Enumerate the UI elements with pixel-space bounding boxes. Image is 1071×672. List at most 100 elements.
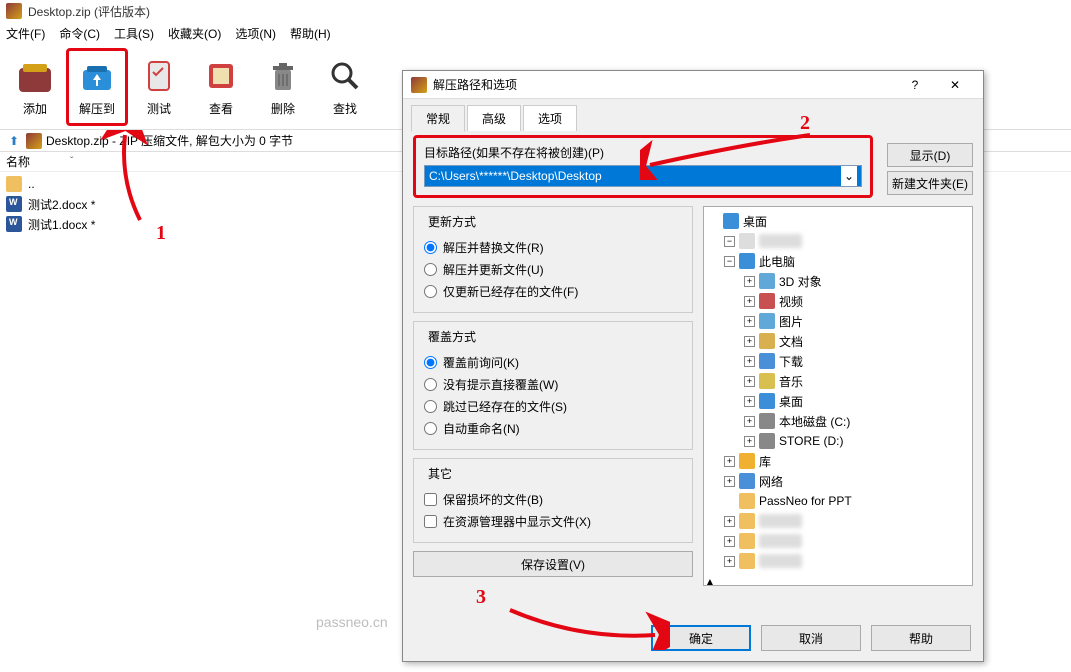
radio-overwrite-noprompt[interactable]: 没有提示直接覆盖(W): [424, 373, 682, 395]
radio-extract-update[interactable]: 解压并更新文件(U): [424, 258, 682, 280]
radio-update-existing[interactable]: 仅更新已经存在的文件(F): [424, 280, 682, 302]
expander-icon[interactable]: +: [744, 296, 755, 307]
tree-node[interactable]: +下载: [708, 351, 968, 371]
radio-skip-existing[interactable]: 跳过已经存在的文件(S): [424, 395, 682, 417]
expander-icon[interactable]: +: [724, 476, 735, 487]
expander-icon[interactable]: +: [744, 356, 755, 367]
scroll-up-icon[interactable]: ▲: [704, 575, 972, 586]
check-label: 保留损坏的文件(B): [443, 491, 543, 508]
tree-icon: [759, 393, 775, 409]
new-folder-button[interactable]: 新建文件夹(E): [887, 171, 973, 195]
dropdown-icon[interactable]: ⌄: [841, 166, 857, 186]
menu-bar: 文件(F) 命令(C) 工具(S) 收藏夹(O) 选项(N) 帮助(H): [0, 22, 1071, 44]
tree-label: 图片: [779, 313, 803, 330]
folder-tree[interactable]: 桌面− −此电脑+3D 对象+视频+图片+文档+下载+音乐+桌面+本地磁盘 (C…: [703, 206, 973, 586]
tree-node[interactable]: −此电脑: [708, 251, 968, 271]
check-keep-broken[interactable]: 保留损坏的文件(B): [424, 488, 682, 510]
radio-input[interactable]: [424, 422, 437, 435]
save-settings-button[interactable]: 保存设置(V): [413, 551, 693, 577]
toolbar-test[interactable]: 测试: [128, 48, 190, 126]
tree-node[interactable]: +: [708, 551, 968, 571]
radio-ask-overwrite[interactable]: 覆盖前询问(K): [424, 351, 682, 373]
close-button[interactable]: ✕: [935, 72, 975, 98]
tree-node[interactable]: PassNeo for PPT: [708, 491, 968, 511]
show-button[interactable]: 显示(D): [887, 143, 973, 167]
archive-icon: [26, 133, 42, 149]
dialog-footer: 确定 取消 帮助: [651, 625, 971, 651]
tree-node[interactable]: + 图片: [708, 311, 968, 331]
radio-input[interactable]: [424, 241, 437, 254]
radio-input[interactable]: [424, 263, 437, 276]
checkbox-input[interactable]: [424, 493, 437, 506]
cancel-button[interactable]: 取消: [761, 625, 861, 651]
checkbox-input[interactable]: [424, 515, 437, 528]
tree-label: PassNeo for PPT: [759, 494, 852, 508]
menu-tools[interactable]: 工具(S): [114, 25, 154, 42]
tree-node[interactable]: +3D 对象: [708, 271, 968, 291]
tree-icon: [759, 373, 775, 389]
tree-node[interactable]: +本地磁盘 (C:): [708, 411, 968, 431]
expander-icon[interactable]: −: [724, 256, 735, 267]
tree-icon: [759, 433, 775, 449]
other-group: 其它 保留损坏的文件(B) 在资源管理器中显示文件(X): [413, 458, 693, 543]
test-icon: [139, 56, 179, 96]
toolbar-view[interactable]: 查看: [190, 48, 252, 126]
tree-node[interactable]: +桌面: [708, 391, 968, 411]
file-name: ..: [28, 177, 35, 191]
expander-icon[interactable]: +: [724, 456, 735, 467]
expander-icon[interactable]: +: [744, 416, 755, 427]
expander-icon[interactable]: +: [744, 396, 755, 407]
radio-input[interactable]: [424, 378, 437, 391]
menu-file[interactable]: 文件(F): [6, 25, 45, 42]
toolbar-add[interactable]: 添加: [4, 48, 66, 126]
path-text: Desktop.zip - ZIP 压缩文件, 解包大小为 0 字节: [46, 132, 293, 149]
watermark: passneo.cn: [316, 614, 388, 630]
check-show-explorer[interactable]: 在资源管理器中显示文件(X): [424, 510, 682, 532]
ok-button[interactable]: 确定: [651, 625, 751, 651]
tree-node[interactable]: +文档: [708, 331, 968, 351]
word-icon: [6, 196, 22, 212]
tree-node[interactable]: +STORE (D:): [708, 431, 968, 451]
up-icon[interactable]: ⬆: [6, 133, 22, 149]
tab-general[interactable]: 常规: [411, 105, 465, 132]
menu-favorites[interactable]: 收藏夹(O): [168, 25, 221, 42]
menu-command[interactable]: 命令(C): [59, 25, 100, 42]
menu-help[interactable]: 帮助(H): [290, 25, 331, 42]
tree-icon: [739, 253, 755, 269]
help-button-footer[interactable]: 帮助: [871, 625, 971, 651]
radio-input[interactable]: [424, 356, 437, 369]
radio-input[interactable]: [424, 285, 437, 298]
tab-options[interactable]: 选项: [523, 105, 577, 131]
tree-node[interactable]: +网络: [708, 471, 968, 491]
sort-indicator-icon: ˇ: [70, 156, 73, 167]
menu-options[interactable]: 选项(N): [235, 25, 276, 42]
radio-auto-rename[interactable]: 自动重命名(N): [424, 417, 682, 439]
tree-node[interactable]: −: [708, 231, 968, 251]
expander-icon[interactable]: +: [744, 316, 755, 327]
tree-node[interactable]: 桌面: [708, 211, 968, 231]
expander-icon[interactable]: +: [744, 276, 755, 287]
expander-icon[interactable]: +: [744, 336, 755, 347]
expander-icon[interactable]: +: [744, 376, 755, 387]
target-path-input[interactable]: C:\Users\******\Desktop\Desktop ⌄: [424, 165, 862, 187]
expander-icon[interactable]: −: [724, 236, 735, 247]
scrollbar[interactable]: ▲ ▼: [704, 575, 972, 586]
toolbar-delete[interactable]: 删除: [252, 48, 314, 126]
target-path-value: C:\Users\******\Desktop\Desktop: [429, 169, 602, 183]
tree-node[interactable]: +库: [708, 451, 968, 471]
tab-advanced[interactable]: 高级: [467, 105, 521, 131]
expander-icon[interactable]: +: [744, 436, 755, 447]
tree-node[interactable]: +音乐: [708, 371, 968, 391]
help-button[interactable]: ?: [895, 72, 935, 98]
tree-node[interactable]: +视频: [708, 291, 968, 311]
radio-input[interactable]: [424, 400, 437, 413]
expander-icon[interactable]: +: [724, 536, 735, 547]
toolbar-extract[interactable]: 解压到: [66, 48, 128, 126]
toolbar-find[interactable]: 查找: [314, 48, 376, 126]
tree-node[interactable]: +: [708, 511, 968, 531]
expander-icon[interactable]: +: [724, 556, 735, 567]
tree-node[interactable]: +: [708, 531, 968, 551]
radio-label: 跳过已经存在的文件(S): [443, 398, 567, 415]
radio-extract-replace[interactable]: 解压并替换文件(R): [424, 236, 682, 258]
expander-icon[interactable]: +: [724, 516, 735, 527]
